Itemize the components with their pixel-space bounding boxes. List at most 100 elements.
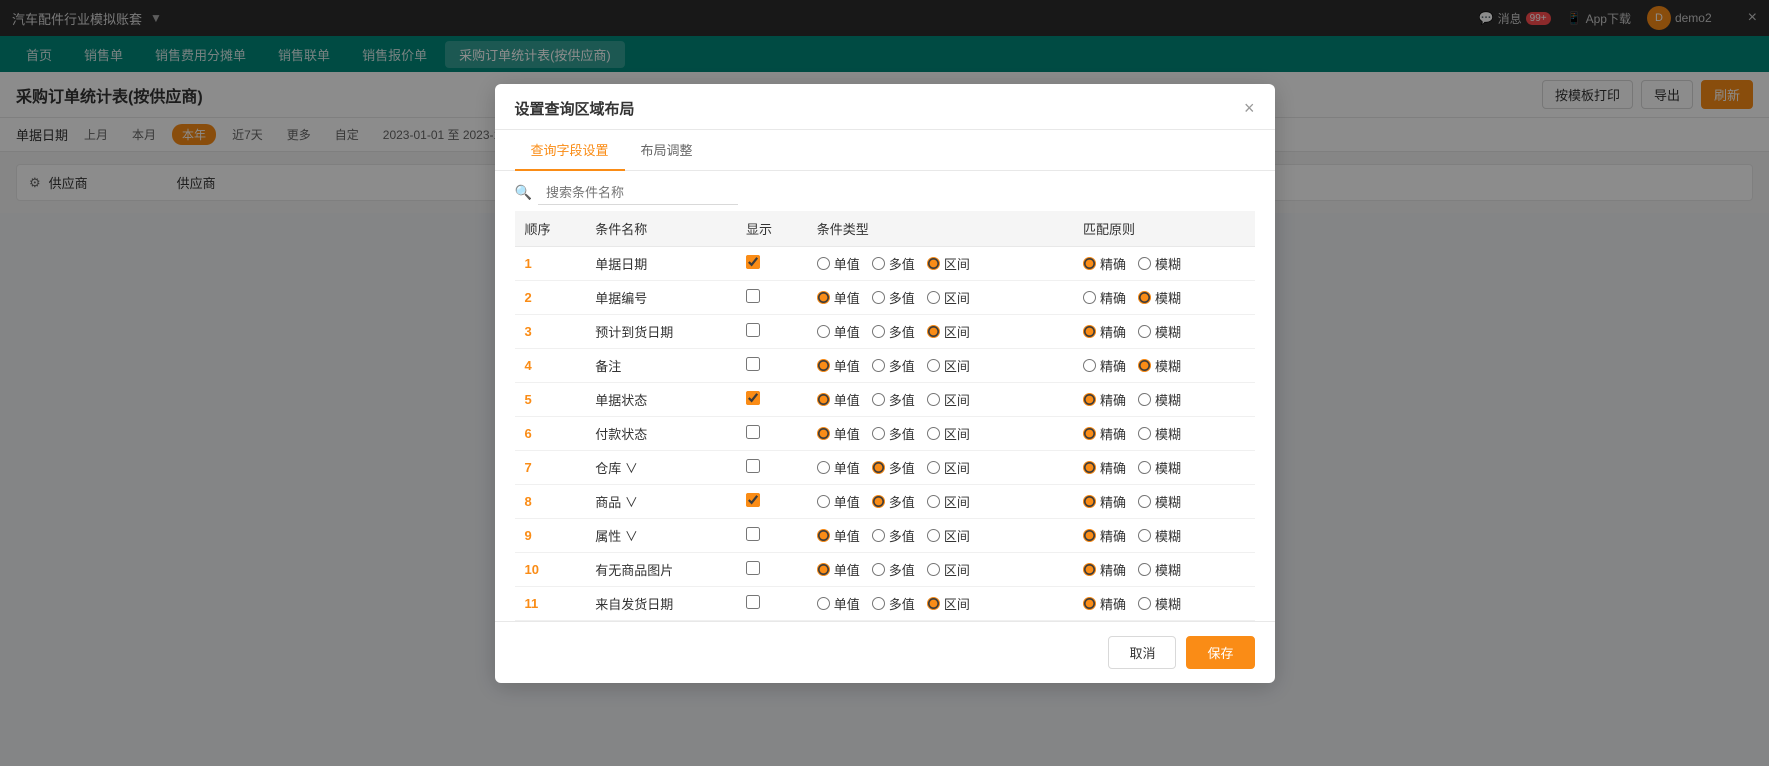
row-display-3[interactable] <box>736 348 807 382</box>
display-checkbox-0[interactable] <box>746 255 760 269</box>
row-display-7[interactable] <box>736 484 807 518</box>
display-checkbox-1[interactable] <box>746 289 760 303</box>
row-match-1[interactable]: 精确模糊 <box>1073 280 1255 314</box>
match-radio-模糊-8[interactable]: 模糊 <box>1138 526 1181 545</box>
type-radio-单值-3[interactable]: 单值 <box>817 356 860 375</box>
type-radio-多值-0[interactable]: 多值 <box>872 254 915 273</box>
match-radio-精确-4[interactable]: 精确 <box>1083 390 1126 409</box>
row-type-5[interactable]: 单值多值区间 <box>807 416 1073 450</box>
row-match-8[interactable]: 精确模糊 <box>1073 518 1255 552</box>
row-match-3[interactable]: 精确模糊 <box>1073 348 1255 382</box>
row-match-4[interactable]: 精确模糊 <box>1073 382 1255 416</box>
type-radio-多值-1[interactable]: 多值 <box>872 288 915 307</box>
type-radio-区间-4[interactable]: 区间 <box>927 390 970 409</box>
display-checkbox-9[interactable] <box>746 561 760 575</box>
match-radio-精确-2[interactable]: 精确 <box>1083 322 1126 341</box>
row-display-4[interactable] <box>736 382 807 416</box>
type-radio-多值-8[interactable]: 多值 <box>872 526 915 545</box>
type-radio-区间-9[interactable]: 区间 <box>927 560 970 579</box>
type-radio-单值-7[interactable]: 单值 <box>817 492 860 511</box>
match-radio-模糊-5[interactable]: 模糊 <box>1138 424 1181 443</box>
match-radio-模糊-2[interactable]: 模糊 <box>1138 322 1181 341</box>
match-radio-精确-0[interactable]: 精确 <box>1083 254 1126 273</box>
match-radio-模糊-7[interactable]: 模糊 <box>1138 492 1181 511</box>
type-radio-单值-10[interactable]: 单值 <box>817 594 860 613</box>
type-radio-多值-2[interactable]: 多值 <box>872 322 915 341</box>
match-radio-模糊-4[interactable]: 模糊 <box>1138 390 1181 409</box>
row-display-6[interactable] <box>736 450 807 484</box>
type-radio-区间-0[interactable]: 区间 <box>927 254 970 273</box>
match-radio-模糊-3[interactable]: 模糊 <box>1138 356 1181 375</box>
type-radio-多值-4[interactable]: 多值 <box>872 390 915 409</box>
type-radio-单值-8[interactable]: 单值 <box>817 526 860 545</box>
row-display-9[interactable] <box>736 552 807 586</box>
save-button[interactable]: 保存 <box>1186 636 1254 669</box>
row-match-2[interactable]: 精确模糊 <box>1073 314 1255 348</box>
match-radio-精确-10[interactable]: 精确 <box>1083 594 1126 613</box>
display-checkbox-7[interactable] <box>746 493 760 507</box>
row-match-5[interactable]: 精确模糊 <box>1073 416 1255 450</box>
match-radio-模糊-6[interactable]: 模糊 <box>1138 458 1181 477</box>
type-radio-多值-5[interactable]: 多值 <box>872 424 915 443</box>
match-radio-精确-6[interactable]: 精确 <box>1083 458 1126 477</box>
modal-tab-layout[interactable]: 布局调整 <box>625 130 709 171</box>
match-radio-精确-1[interactable]: 精确 <box>1083 288 1126 307</box>
row-type-8[interactable]: 单值多值区间 <box>807 518 1073 552</box>
row-match-7[interactable]: 精确模糊 <box>1073 484 1255 518</box>
type-radio-单值-5[interactable]: 单值 <box>817 424 860 443</box>
type-radio-多值-3[interactable]: 多值 <box>872 356 915 375</box>
type-radio-单值-1[interactable]: 单值 <box>817 288 860 307</box>
type-radio-多值-9[interactable]: 多值 <box>872 560 915 579</box>
row-type-10[interactable]: 单值多值区间 <box>807 586 1073 620</box>
type-radio-区间-6[interactable]: 区间 <box>927 458 970 477</box>
row-type-3[interactable]: 单值多值区间 <box>807 348 1073 382</box>
row-display-10[interactable] <box>736 586 807 620</box>
type-radio-区间-7[interactable]: 区间 <box>927 492 970 511</box>
match-radio-模糊-0[interactable]: 模糊 <box>1138 254 1181 273</box>
row-match-10[interactable]: 精确模糊 <box>1073 586 1255 620</box>
modal-close-button[interactable]: × <box>1244 98 1255 119</box>
match-radio-精确-3[interactable]: 精确 <box>1083 356 1126 375</box>
display-checkbox-3[interactable] <box>746 357 760 371</box>
row-type-7[interactable]: 单值多值区间 <box>807 484 1073 518</box>
match-radio-模糊-10[interactable]: 模糊 <box>1138 594 1181 613</box>
display-checkbox-8[interactable] <box>746 527 760 541</box>
type-radio-区间-3[interactable]: 区间 <box>927 356 970 375</box>
display-checkbox-10[interactable] <box>746 595 760 609</box>
match-radio-模糊-9[interactable]: 模糊 <box>1138 560 1181 579</box>
row-match-6[interactable]: 精确模糊 <box>1073 450 1255 484</box>
row-display-2[interactable] <box>736 314 807 348</box>
type-radio-多值-7[interactable]: 多值 <box>872 492 915 511</box>
type-radio-区间-2[interactable]: 区间 <box>927 322 970 341</box>
row-type-9[interactable]: 单值多值区间 <box>807 552 1073 586</box>
type-radio-多值-10[interactable]: 多值 <box>872 594 915 613</box>
type-radio-区间-1[interactable]: 区间 <box>927 288 970 307</box>
cancel-button[interactable]: 取消 <box>1108 636 1176 669</box>
modal-tab-query-fields[interactable]: 查询字段设置 <box>515 130 625 171</box>
type-radio-区间-5[interactable]: 区间 <box>927 424 970 443</box>
search-input[interactable] <box>538 181 738 205</box>
row-match-0[interactable]: 精确模糊 <box>1073 246 1255 280</box>
display-checkbox-2[interactable] <box>746 323 760 337</box>
type-radio-单值-6[interactable]: 单值 <box>817 458 860 477</box>
match-radio-精确-7[interactable]: 精确 <box>1083 492 1126 511</box>
type-radio-多值-6[interactable]: 多值 <box>872 458 915 477</box>
type-radio-单值-2[interactable]: 单值 <box>817 322 860 341</box>
match-radio-精确-8[interactable]: 精确 <box>1083 526 1126 545</box>
match-radio-精确-9[interactable]: 精确 <box>1083 560 1126 579</box>
display-checkbox-4[interactable] <box>746 391 760 405</box>
row-type-1[interactable]: 单值多值区间 <box>807 280 1073 314</box>
display-checkbox-5[interactable] <box>746 425 760 439</box>
type-radio-单值-0[interactable]: 单值 <box>817 254 860 273</box>
match-radio-精确-5[interactable]: 精确 <box>1083 424 1126 443</box>
type-radio-单值-9[interactable]: 单值 <box>817 560 860 579</box>
type-radio-区间-10[interactable]: 区间 <box>927 594 970 613</box>
row-display-1[interactable] <box>736 280 807 314</box>
row-display-5[interactable] <box>736 416 807 450</box>
row-type-6[interactable]: 单值多值区间 <box>807 450 1073 484</box>
type-radio-区间-8[interactable]: 区间 <box>927 526 970 545</box>
row-type-0[interactable]: 单值多值区间 <box>807 246 1073 280</box>
row-display-0[interactable] <box>736 246 807 280</box>
type-radio-单值-4[interactable]: 单值 <box>817 390 860 409</box>
row-type-4[interactable]: 单值多值区间 <box>807 382 1073 416</box>
